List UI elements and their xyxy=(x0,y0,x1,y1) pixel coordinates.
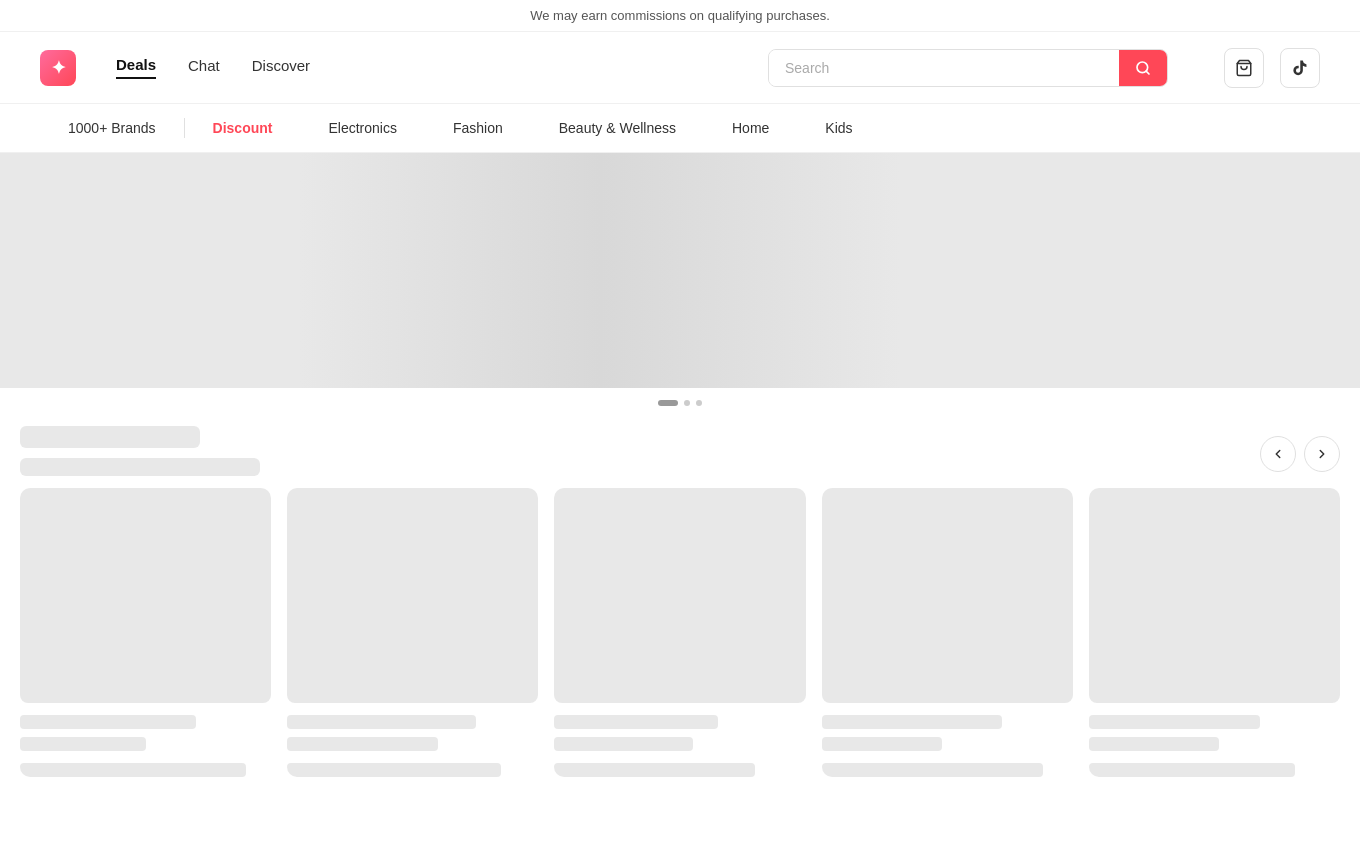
product-line-2 xyxy=(20,737,146,751)
chevron-right-icon xyxy=(1315,447,1329,461)
category-item-discount[interactable]: Discount xyxy=(185,104,301,152)
nav-item-discover[interactable]: Discover xyxy=(252,57,310,78)
carousel-dot-3[interactable] xyxy=(696,400,702,406)
product-line-3 xyxy=(20,763,246,777)
tiktok-button[interactable] xyxy=(1280,48,1320,88)
product-image-skeleton xyxy=(822,488,1073,703)
category-item-electronics[interactable]: Electronics xyxy=(300,104,424,152)
carousel-dot-2[interactable] xyxy=(684,400,690,406)
cart-icon xyxy=(1235,59,1253,77)
category-item-beauty[interactable]: Beauty & Wellness xyxy=(531,104,704,152)
product-card[interactable] xyxy=(554,488,805,777)
product-line-1 xyxy=(822,715,1003,729)
product-card[interactable] xyxy=(20,488,271,777)
product-line-3 xyxy=(287,763,501,777)
category-nav: 1000+ Brands Discount Electronics Fashio… xyxy=(0,104,1360,153)
nav-item-deals[interactable]: Deals xyxy=(116,56,156,79)
product-line-1 xyxy=(1089,715,1260,729)
logo-icon: ✦ xyxy=(40,50,76,86)
nav-item-chat[interactable]: Chat xyxy=(188,57,220,78)
product-line-2 xyxy=(287,737,438,751)
hero-banner xyxy=(0,153,1360,388)
nav-arrows xyxy=(1260,436,1340,472)
header-icons xyxy=(1224,48,1320,88)
announcement-bar: We may earn commissions on qualifying pu… xyxy=(0,0,1360,32)
category-item-home[interactable]: Home xyxy=(704,104,797,152)
products-grid-wrapper xyxy=(20,488,1340,797)
section-header xyxy=(20,418,1340,488)
search-input[interactable] xyxy=(769,50,1119,86)
carousel-dots xyxy=(0,388,1360,418)
product-line-2 xyxy=(1089,737,1220,751)
svg-line-1 xyxy=(1146,71,1149,74)
category-item-kids[interactable]: Kids xyxy=(797,104,880,152)
product-card[interactable] xyxy=(1089,488,1340,777)
product-image-skeleton xyxy=(20,488,271,703)
header: ✦ Deals Chat Discover xyxy=(0,32,1360,104)
products-grid xyxy=(20,488,1340,797)
products-section xyxy=(0,418,1360,797)
product-card[interactable] xyxy=(287,488,538,777)
announcement-text: We may earn commissions on qualifying pu… xyxy=(530,8,830,23)
chevron-left-icon xyxy=(1271,447,1285,461)
product-line-2 xyxy=(554,737,692,751)
product-line-1 xyxy=(20,715,196,729)
search-icon xyxy=(1135,60,1151,76)
cart-button[interactable] xyxy=(1224,48,1264,88)
product-line-3 xyxy=(1089,763,1295,777)
search-container xyxy=(768,49,1168,87)
main-nav: Deals Chat Discover xyxy=(116,56,310,79)
search-input-wrapper xyxy=(768,49,1168,87)
section-title-skeleton xyxy=(20,426,200,448)
category-item-brands[interactable]: 1000+ Brands xyxy=(40,104,184,152)
product-line-1 xyxy=(287,715,475,729)
carousel-dot-1[interactable] xyxy=(658,400,678,406)
product-card[interactable] xyxy=(822,488,1073,777)
product-image-skeleton xyxy=(1089,488,1340,703)
product-image-skeleton xyxy=(554,488,805,703)
product-image-skeleton xyxy=(287,488,538,703)
product-line-3 xyxy=(554,763,755,777)
prev-arrow[interactable] xyxy=(1260,436,1296,472)
category-item-fashion[interactable]: Fashion xyxy=(425,104,531,152)
product-line-1 xyxy=(554,715,717,729)
section-subtitle-skeleton xyxy=(20,458,260,476)
tiktok-icon xyxy=(1291,59,1309,77)
logo[interactable]: ✦ xyxy=(40,50,76,86)
product-line-3 xyxy=(822,763,1043,777)
product-line-2 xyxy=(822,737,943,751)
next-arrow[interactable] xyxy=(1304,436,1340,472)
search-button[interactable] xyxy=(1119,50,1167,86)
